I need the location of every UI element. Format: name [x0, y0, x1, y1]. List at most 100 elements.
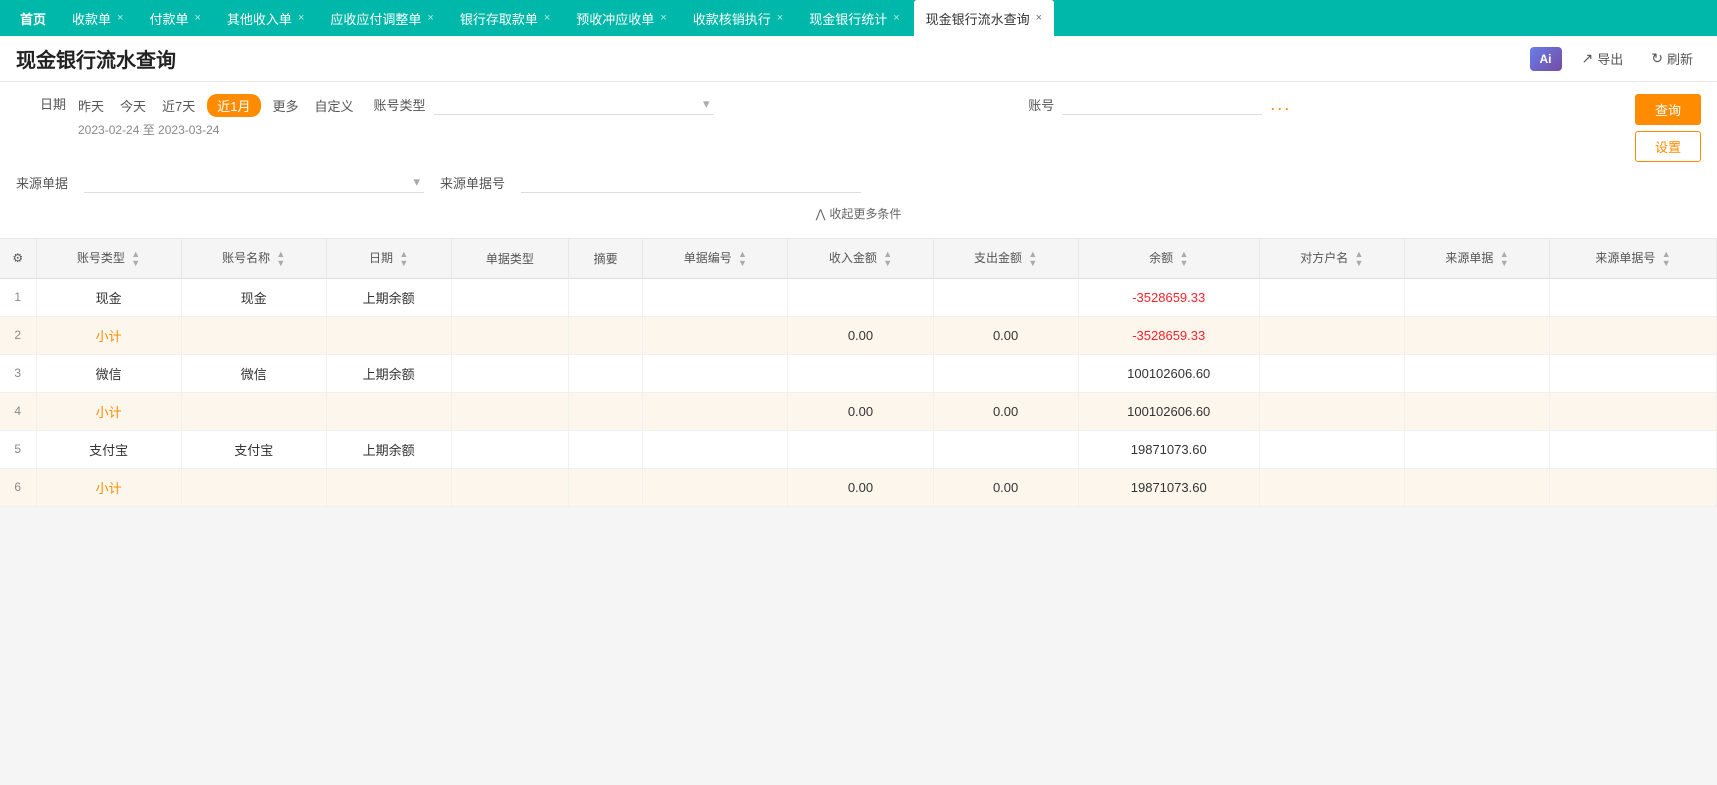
th-date[interactable]: 日期 ▲▼ [326, 239, 451, 278]
nav-tab-yingshou[interactable]: 应收应付调整单 × [318, 0, 445, 36]
nav-home[interactable]: 首页 [8, 0, 58, 36]
table-row: 5支付宝支付宝上期余额19871073.60 [0, 430, 1717, 468]
cell-counterpart [1259, 316, 1404, 354]
cell-summary [569, 430, 643, 468]
th-doc-type[interactable]: 单据类型 [451, 239, 569, 278]
date-label: 日期 [16, 94, 66, 113]
cell-income: 0.00 [788, 392, 933, 430]
nav-tab-qita[interactable]: 其他收入单 × [215, 0, 316, 36]
cell-expense: 0.00 [933, 468, 1078, 506]
table-container: ⚙ 账号类型 ▲▼ 账号名称 ▲▼ 日期 ▲▼ 单据类型 摘要 [0, 239, 1717, 507]
close-icon[interactable]: × [427, 12, 433, 24]
cell-summary [569, 392, 643, 430]
nav-tab-liushui[interactable]: 现金银行流水查询 × [914, 0, 1054, 36]
th-balance[interactable]: 余额 ▲▼ [1078, 239, 1259, 278]
nav-tab-yinhang[interactable]: 银行存取款单 × [448, 0, 562, 36]
nav-tab-fukuan[interactable]: 付款单 × [137, 0, 212, 36]
sort-icon: ▲▼ [738, 250, 747, 268]
date-filter-group: 昨天 今天 近7天 近1月 更多 自定义 [74, 94, 358, 117]
cell-expense [933, 354, 1078, 392]
nav-tab-label: 银行存取款单 [460, 9, 538, 28]
cell-balance: 100102606.60 [1078, 354, 1259, 392]
cell-doc-type [451, 392, 569, 430]
export-button[interactable]: ↗ 导出 [1574, 45, 1632, 72]
date-btn-custom[interactable]: 自定义 [311, 94, 358, 117]
th-account-type[interactable]: 账号类型 ▲▼ [36, 239, 181, 278]
ai-button[interactable]: Ai [1530, 47, 1562, 71]
table-row: 1现金现金上期余额-3528659.33 [0, 278, 1717, 316]
nav-tab-label: 收款单 [72, 9, 111, 28]
close-icon[interactable]: × [194, 12, 200, 24]
nav-tab-shoudan[interactable]: 收款单 × [60, 0, 135, 36]
cell-account-type: 小计 [36, 316, 181, 354]
cell-summary [569, 468, 643, 506]
date-btn-today[interactable]: 今天 [116, 94, 150, 117]
nav-tab-label: 现金银行流水查询 [926, 9, 1030, 28]
cell-account-name: 微信 [181, 354, 326, 392]
date-btn-1month[interactable]: 近1月 [207, 94, 260, 117]
close-icon[interactable]: × [777, 12, 783, 24]
nav-tab-label: 应收应付调整单 [330, 9, 421, 28]
cell-doc-no [643, 392, 788, 430]
th-doc-no[interactable]: 单据编号 ▲▼ [643, 239, 788, 278]
close-icon[interactable]: × [660, 12, 666, 24]
source-doc-no-label: 来源单据号 [440, 173, 505, 192]
nav-tab-tongji[interactable]: 现金银行统计 × [797, 0, 911, 36]
cell-balance: 100102606.60 [1078, 392, 1259, 430]
cell-date: 上期余额 [326, 278, 451, 316]
row-number-cell: 1 [0, 278, 36, 316]
date-btn-7days[interactable]: 近7天 [158, 94, 199, 117]
table-row: 3微信微信上期余额100102606.60 [0, 354, 1717, 392]
sort-icon: ▲▼ [883, 250, 892, 268]
settings-button[interactable]: 设置 [1635, 131, 1701, 162]
table-row: 6小计0.000.0019871073.60 [0, 468, 1717, 506]
cell-counterpart [1259, 430, 1404, 468]
close-icon[interactable]: × [893, 12, 899, 24]
nav-tab-yushou[interactable]: 预收冲应收单 × [564, 0, 678, 36]
th-summary[interactable]: 摘要 [569, 239, 643, 278]
th-source-doc-no[interactable]: 来源单据号 ▲▼ [1550, 239, 1717, 278]
query-button[interactable]: 查询 [1635, 94, 1701, 125]
account-dots-button[interactable]: ... [1270, 94, 1291, 115]
th-expense[interactable]: 支出金额 ▲▼ [933, 239, 1078, 278]
date-btn-more[interactable]: 更多 [269, 94, 303, 117]
nav-tab-hexiao[interactable]: 收款核销执行 × [681, 0, 795, 36]
cell-summary [569, 278, 643, 316]
table-header-row: ⚙ 账号类型 ▲▼ 账号名称 ▲▼ 日期 ▲▼ 单据类型 摘要 [0, 239, 1717, 278]
data-table: ⚙ 账号类型 ▲▼ 账号名称 ▲▼ 日期 ▲▼ 单据类型 摘要 [0, 239, 1717, 507]
source-doc-label: 来源单据 [16, 173, 68, 192]
date-btn-yesterday[interactable]: 昨天 [74, 94, 108, 117]
cell-income [788, 430, 933, 468]
close-icon[interactable]: × [544, 12, 550, 24]
th-counterpart[interactable]: 对方户名 ▲▼ [1259, 239, 1404, 278]
cell-balance: 19871073.60 [1078, 430, 1259, 468]
close-icon[interactable]: × [298, 12, 304, 24]
collapse-bar[interactable]: ⋀ 收起更多条件 [16, 201, 1701, 226]
cell-source-doc [1404, 354, 1549, 392]
row-number-cell: 6 [0, 468, 36, 506]
cell-account-name [181, 392, 326, 430]
export-icon: ↗ [1582, 50, 1594, 67]
account-input[interactable] [1062, 95, 1262, 115]
cell-source-doc-no [1550, 468, 1717, 506]
top-nav: 首页 收款单 × 付款单 × 其他收入单 × 应收应付调整单 × 银行存取款单 … [0, 0, 1717, 36]
th-source-doc[interactable]: 来源单据 ▲▼ [1404, 239, 1549, 278]
close-icon[interactable]: × [117, 12, 123, 24]
refresh-button[interactable]: ↻ 刷新 [1643, 45, 1701, 72]
cell-income: 0.00 [788, 468, 933, 506]
table-row: 4小计0.000.00100102606.60 [0, 392, 1717, 430]
th-settings[interactable]: ⚙ [0, 239, 36, 278]
th-income[interactable]: 收入金额 ▲▼ [788, 239, 933, 278]
cell-source-doc-no [1550, 430, 1717, 468]
account-type-select[interactable]: ▾ [434, 94, 714, 115]
th-account-name[interactable]: 账号名称 ▲▼ [181, 239, 326, 278]
cell-counterpart [1259, 392, 1404, 430]
source-doc-no-input[interactable] [521, 173, 861, 193]
cell-account-type: 小计 [36, 468, 181, 506]
source-doc-select[interactable]: ▾ [84, 172, 424, 193]
sort-icon: ▲▼ [1355, 250, 1364, 268]
cell-counterpart [1259, 354, 1404, 392]
cell-account-type: 现金 [36, 278, 181, 316]
cell-counterpart [1259, 468, 1404, 506]
close-icon[interactable]: × [1036, 12, 1042, 24]
